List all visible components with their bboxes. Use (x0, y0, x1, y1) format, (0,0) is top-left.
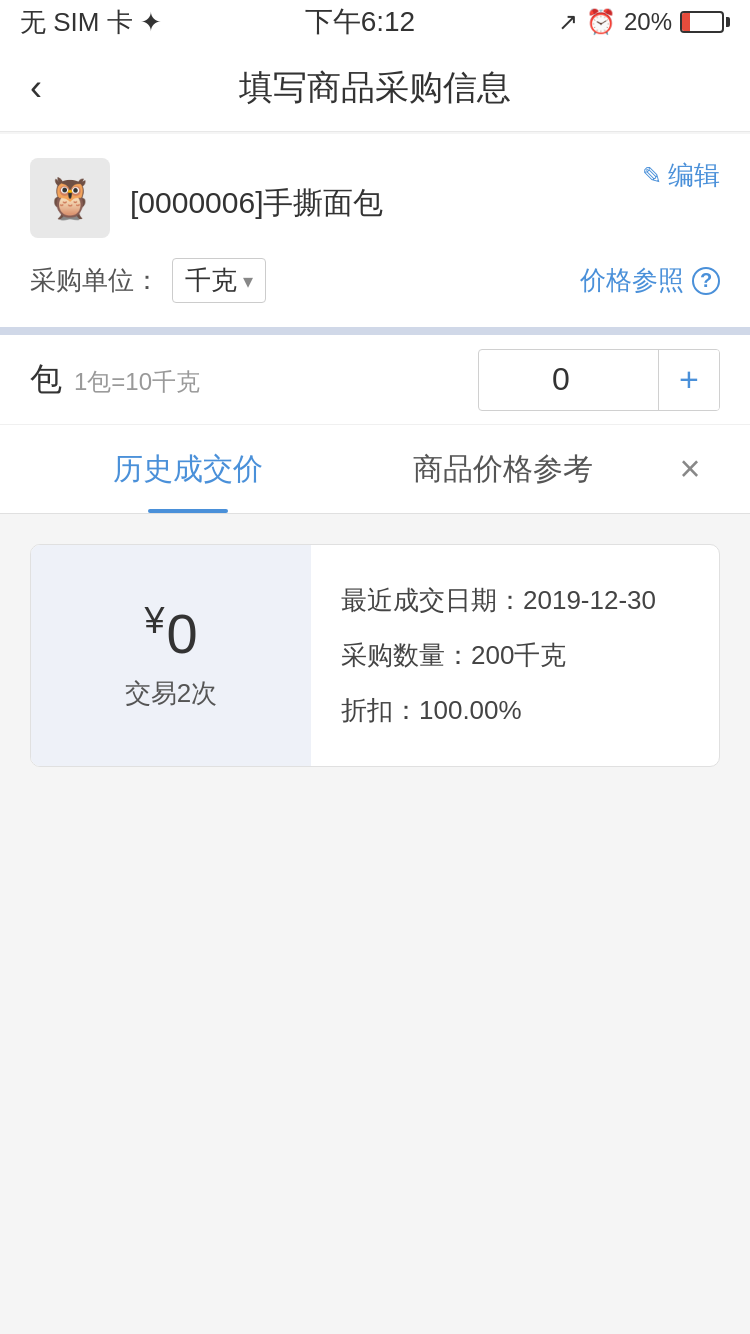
product-name: [0000006]手撕面包 (130, 173, 383, 224)
edit-icon: ✎ (642, 162, 662, 190)
progress-bar (0, 327, 750, 335)
tab-product-price-ref[interactable]: 商品价格参考 (345, 425, 660, 513)
nav-bar: ‹ 填写商品采购信息 (0, 44, 750, 132)
page-title: 填写商品采购信息 (239, 65, 511, 111)
qty-sub-label: 1包=10千克 (74, 366, 200, 398)
alarm-icon: ⏰ (586, 8, 616, 36)
purchase-qty-row: 采购数量：200千克 (341, 636, 689, 675)
qty-unit-label: 包 (30, 358, 62, 402)
tabs-section: 历史成交价 商品价格参考 × (0, 425, 750, 514)
battery-percent: 20% (624, 8, 672, 36)
tab-active-indicator (148, 509, 228, 513)
status-time: 下午6:12 (305, 3, 416, 41)
battery-icon (680, 11, 730, 33)
help-circle-icon: ? (692, 267, 720, 295)
discount-value: 100.00% (419, 695, 522, 725)
price-value: 0 (166, 602, 197, 665)
price-reference-button[interactable]: 价格参照 ? (580, 263, 720, 298)
product-left: 🦉 [0000006]手撕面包 (30, 158, 383, 238)
product-unit-row: 采购单位： 千克 ▾ 价格参照 ? (30, 258, 720, 303)
dropdown-arrow-icon: ▾ (243, 269, 253, 293)
price-card: ¥0 交易2次 最近成交日期：2019-12-30 采购数量：200千克 折扣：… (30, 544, 720, 767)
card-trades: 交易2次 (125, 676, 217, 711)
tabs-header: 历史成交价 商品价格参考 × (0, 425, 750, 513)
card-price: ¥0 (144, 600, 197, 666)
edit-label: 编辑 (668, 158, 720, 193)
edit-button[interactable]: ✎ 编辑 (642, 158, 720, 193)
location-icon: ↗ (558, 8, 578, 36)
unit-value: 千克 (185, 263, 237, 298)
qty-input-group: + (478, 349, 720, 411)
card-left: ¥0 交易2次 (31, 545, 311, 766)
qty-input[interactable] (479, 350, 659, 410)
unit-label: 采购单位： (30, 263, 160, 298)
unit-left: 采购单位： 千克 ▾ (30, 258, 266, 303)
price-ref-label: 价格参照 (580, 263, 684, 298)
discount-label: 折扣： (341, 695, 419, 725)
bottom-space (0, 797, 750, 1197)
status-bar: 无 SIM 卡 ✦ 下午6:12 ↗ ⏰ 20% (0, 0, 750, 44)
product-section: 🦉 [0000006]手撕面包 ✎ 编辑 采购单位： 千克 ▾ 价格参照 ? (0, 134, 750, 327)
card-right: 最近成交日期：2019-12-30 采购数量：200千克 折扣：100.00% (311, 545, 719, 766)
recent-date-value: 2019-12-30 (523, 585, 656, 615)
discount-row: 折扣：100.00% (341, 691, 689, 730)
tab-history-price-label: 历史成交价 (113, 449, 263, 490)
purchase-qty-label: 采购数量： (341, 640, 471, 670)
status-right: ↗ ⏰ 20% (558, 8, 730, 36)
product-logo-icon: 🦉 (45, 175, 95, 222)
qty-label-group: 包 1包=10千克 (30, 358, 200, 402)
purchase-qty-value: 200千克 (471, 640, 566, 670)
quantity-section: 包 1包=10千克 + (0, 335, 750, 425)
product-thumbnail: 🦉 (30, 158, 110, 238)
recent-date-label: 最近成交日期： (341, 585, 523, 615)
recent-date-row: 最近成交日期：2019-12-30 (341, 581, 689, 620)
back-button[interactable]: ‹ (20, 57, 52, 119)
currency-symbol: ¥ (144, 600, 164, 641)
status-left: 无 SIM 卡 ✦ (20, 5, 162, 40)
unit-select-dropdown[interactable]: 千克 ▾ (172, 258, 266, 303)
tab-close-button[interactable]: × (660, 425, 720, 513)
tab-history-price[interactable]: 历史成交价 (30, 425, 345, 513)
tab-product-price-ref-label: 商品价格参考 (413, 449, 593, 490)
card-section: ¥0 交易2次 最近成交日期：2019-12-30 采购数量：200千克 折扣：… (0, 514, 750, 797)
qty-plus-button[interactable]: + (659, 350, 719, 410)
